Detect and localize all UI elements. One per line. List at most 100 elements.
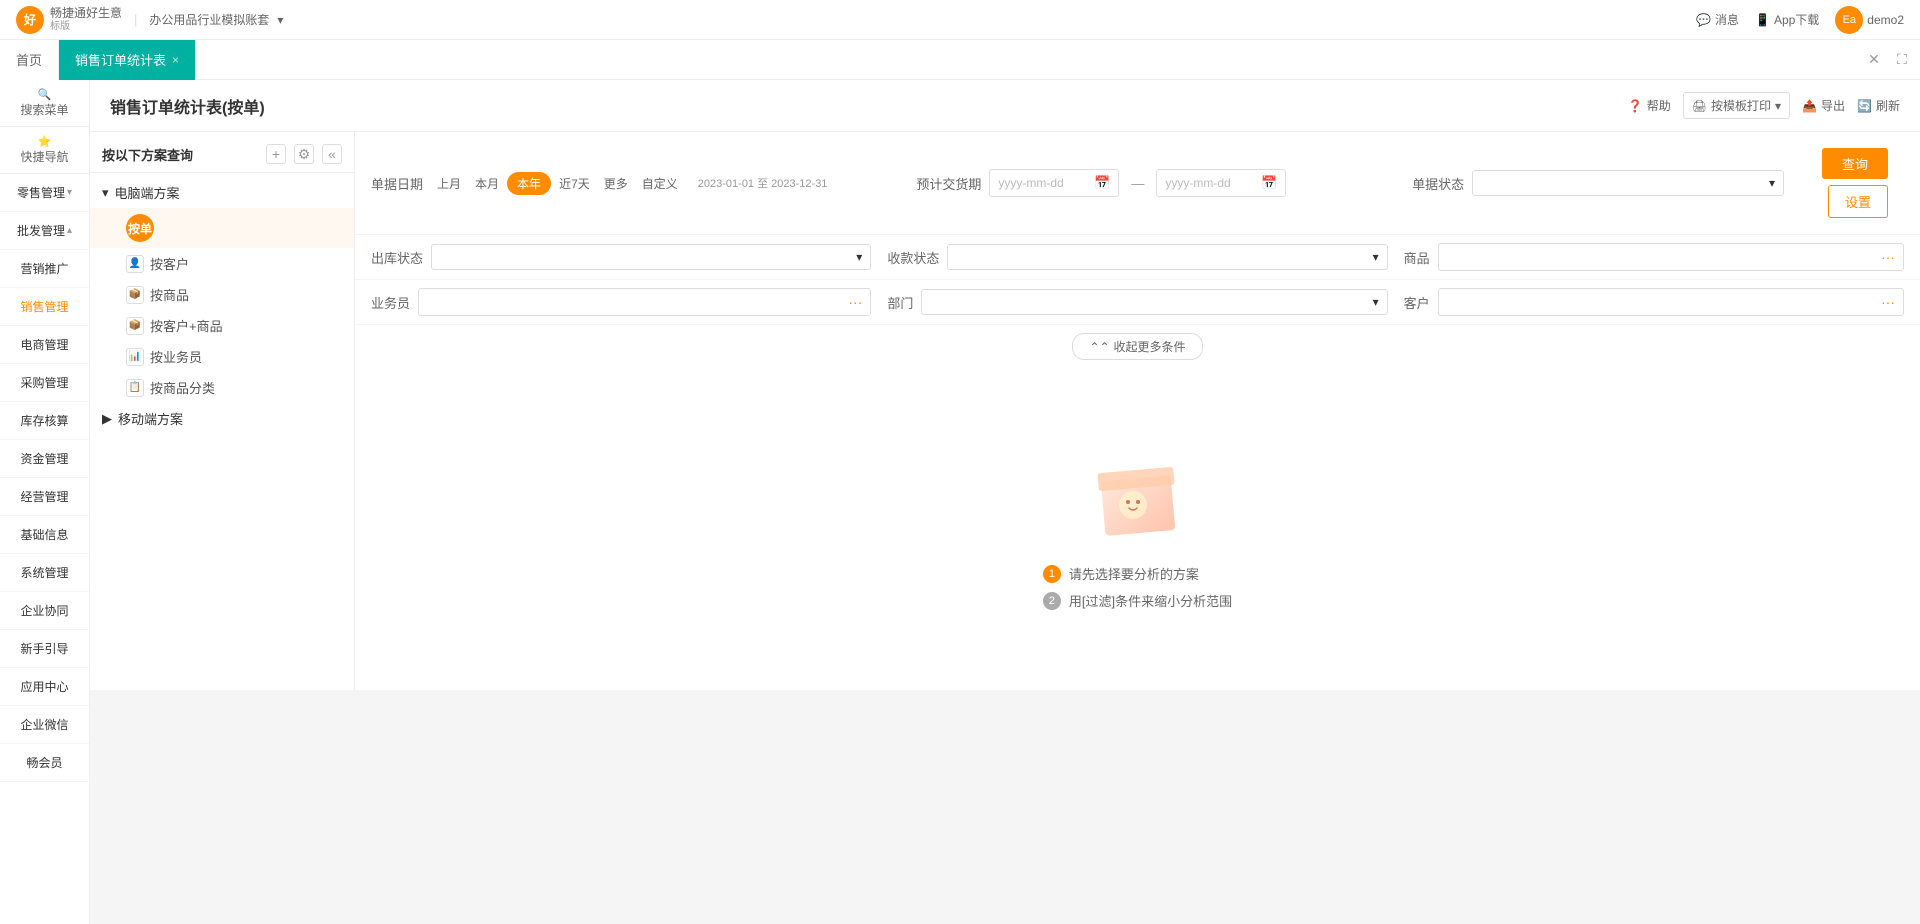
active-scheme-icon: 按单: [126, 214, 154, 242]
last7days-btn[interactable]: 近7天: [553, 172, 596, 195]
refresh-icon: 🔄: [1857, 99, 1872, 113]
app-download-button[interactable]: 📱 App下载: [1755, 11, 1819, 28]
breadcrumb-dropdown[interactable]: ▾: [277, 13, 283, 27]
sidebar-item-basic-label: 基础信息: [20, 526, 68, 543]
panel-toolbar: 按以下方案查询 + ⚙ «: [90, 140, 354, 173]
scheme-item-by-customer[interactable]: 👤 按客户: [90, 248, 354, 279]
tip-num-1: 1: [1043, 565, 1061, 583]
custom-btn[interactable]: 自定义: [636, 172, 684, 195]
sidebar-item-retail[interactable]: 零售管理 ▾: [0, 174, 89, 212]
refresh-button[interactable]: 🔄 刷新: [1857, 97, 1900, 114]
tab-sales-order-stats[interactable]: 销售订单统计表 ×: [59, 40, 196, 80]
sidebar-item-enterprise[interactable]: 企业协同: [0, 592, 89, 630]
filter-section: 单据日期 上月 本月 本年 近7天 更多 自定义 2023-01-01 至 20…: [355, 132, 1920, 368]
query-button[interactable]: 查询: [1822, 148, 1888, 179]
add-scheme-button[interactable]: +: [266, 144, 286, 164]
sidebar-item-wholesale[interactable]: 批发管理 ▴: [0, 212, 89, 250]
date-range-display: 2023-01-01 至 2023-12-31: [698, 175, 828, 191]
collapse-panel-button[interactable]: «: [322, 144, 342, 164]
sidebar-item-operations[interactable]: 经营管理: [0, 478, 89, 516]
date-dash: —: [1127, 176, 1148, 191]
sidebar-item-system-label: 系统管理: [20, 564, 68, 581]
top-bar: 好 畅捷通好生意 标版 | 办公用品行业模拟账套 ▾ 💬 消息 📱 App下载 …: [0, 0, 1920, 40]
maximize-window-button[interactable]: ⛶: [1892, 50, 1912, 70]
collapse-button[interactable]: ⌃⌃ 收起更多条件: [1072, 333, 1202, 360]
empty-illustration: [1078, 448, 1198, 548]
filter-row-2: 出库状态 ▾ 收款状态 ▾: [355, 235, 1920, 280]
scheme-item-by-goods[interactable]: 📦 按商品: [90, 279, 354, 310]
window-controls: ✕ ⛶: [1864, 50, 1920, 70]
help-icon: ❓: [1628, 99, 1643, 113]
sidebar-item-marketing[interactable]: 营销推广: [0, 250, 89, 288]
tab-close-button[interactable]: ×: [172, 53, 179, 67]
by-salesperson-icon: 📊: [126, 348, 144, 366]
sidebar-item-finance-label: 资金管理: [20, 450, 68, 467]
scheme-item-by-goods-category[interactable]: 📋 按商品分类: [90, 372, 354, 403]
by-customer-goods-icon: 📦: [126, 317, 144, 335]
message-button[interactable]: 💬 消息: [1696, 11, 1739, 28]
sidebar-item-appcenter[interactable]: 应用中心: [0, 668, 89, 706]
filter-cell-shipment: 出库状态 ▾: [371, 244, 871, 270]
help-button[interactable]: ❓ 帮助: [1628, 97, 1671, 114]
tab-home[interactable]: 首页: [0, 40, 59, 80]
pc-scheme-expand-icon: ▾: [102, 185, 109, 201]
content-area: 销售订单统计表(按单) ❓ 帮助 🖨 按模板打印 ▾ 📤 导出 🔄 刷新: [90, 80, 1920, 924]
settings-scheme-button[interactable]: ⚙: [294, 144, 314, 164]
close-window-button[interactable]: ✕: [1864, 50, 1884, 70]
customer-more-icon[interactable]: ···: [1881, 294, 1895, 310]
sidebar-item-procurement[interactable]: 采购管理: [0, 364, 89, 402]
print-button[interactable]: 🖨 按模板打印 ▾: [1683, 92, 1790, 119]
status-label: 单据状态: [1412, 174, 1464, 193]
sidebar-item-ecommerce-label: 电商管理: [20, 336, 68, 353]
sidebar-item-finance[interactable]: 资金管理: [0, 440, 89, 478]
empty-tip-2: 2 用[过滤]条件来缩小分析范围: [1043, 591, 1232, 610]
sidebar-item-sales[interactable]: 销售管理: [0, 288, 89, 326]
main-layout: 🔍 搜索菜单 ⭐ 快捷导航 零售管理 ▾ 批发管理 ▴ 营销推广 销售管理 电商…: [0, 80, 1920, 924]
sidebar-shortcut[interactable]: ⭐ 快捷导航: [0, 127, 89, 174]
expected-date-end-input[interactable]: yyyy-mm-dd 📅: [1156, 169, 1286, 197]
sidebar-item-ecommerce[interactable]: 电商管理: [0, 326, 89, 364]
message-icon: 💬: [1696, 13, 1711, 27]
scheme-item-by-order[interactable]: 按单: [90, 208, 354, 248]
sidebar-shortcut-label: 快捷导航: [8, 148, 81, 165]
sidebar-item-enterprise-label: 企业协同: [20, 602, 68, 619]
ship-status-select[interactable]: ▾: [431, 244, 871, 270]
salesperson-input[interactable]: ···: [418, 288, 871, 316]
top-bar-right: 💬 消息 📱 App下载 Ea demo2: [1696, 6, 1904, 34]
sidebar-item-newguide[interactable]: 新手引导: [0, 630, 89, 668]
this-month-btn[interactable]: 本月: [469, 172, 505, 195]
dept-select[interactable]: ▾: [921, 289, 1387, 315]
sidebar-item-member[interactable]: 畅会员: [0, 744, 89, 782]
goods-more-icon[interactable]: ···: [1881, 249, 1895, 265]
payment-status-chevron: ▾: [1373, 250, 1379, 264]
customer-input[interactable]: ···: [1438, 288, 1904, 316]
scheme-item-by-salesperson[interactable]: 📊 按业务员: [90, 341, 354, 372]
by-goods-category-icon: 📋: [126, 379, 144, 397]
current-year-btn[interactable]: 本年: [507, 172, 551, 195]
filter-row-1: 单据日期 上月 本月 本年 近7天 更多 自定义 2023-01-01 至 20…: [355, 132, 1920, 235]
payment-status-select[interactable]: ▾: [947, 244, 1387, 270]
user-profile[interactable]: Ea demo2: [1835, 6, 1904, 34]
pc-scheme-header[interactable]: ▾ 电脑端方案: [90, 177, 354, 208]
sidebar-item-basic[interactable]: 基础信息: [0, 516, 89, 554]
more-btn[interactable]: 更多: [598, 172, 634, 195]
prev-month-btn[interactable]: 上月: [431, 172, 467, 195]
reset-button[interactable]: 设置: [1828, 185, 1888, 218]
sidebar-item-newguide-label: 新手引导: [20, 640, 68, 657]
sidebar-item-marketing-label: 营销推广: [20, 260, 68, 277]
sidebar-item-system[interactable]: 系统管理: [0, 554, 89, 592]
by-customer-icon: 👤: [126, 255, 144, 273]
sidebar-search[interactable]: 🔍 搜索菜单: [0, 80, 89, 127]
salesperson-more-icon[interactable]: ···: [848, 294, 862, 310]
status-select[interactable]: ▾: [1472, 170, 1784, 196]
sidebar-item-corpwechat[interactable]: 企业微信: [0, 706, 89, 744]
goods-input[interactable]: ···: [1438, 243, 1904, 271]
collapse-chevron-icon: ⌃⌃: [1089, 340, 1109, 354]
sidebar-item-inventory[interactable]: 库存核算: [0, 402, 89, 440]
mobile-scheme-header[interactable]: ▶ 移动端方案: [90, 403, 354, 434]
scheme-item-by-customer-goods[interactable]: 📦 按客户+商品: [90, 310, 354, 341]
panel-title: 按以下方案查询: [102, 145, 258, 164]
status-chevron-icon: ▾: [1769, 176, 1775, 190]
expected-date-start-input[interactable]: yyyy-mm-dd 📅: [989, 169, 1119, 197]
export-button[interactable]: 📤 导出: [1802, 97, 1845, 114]
